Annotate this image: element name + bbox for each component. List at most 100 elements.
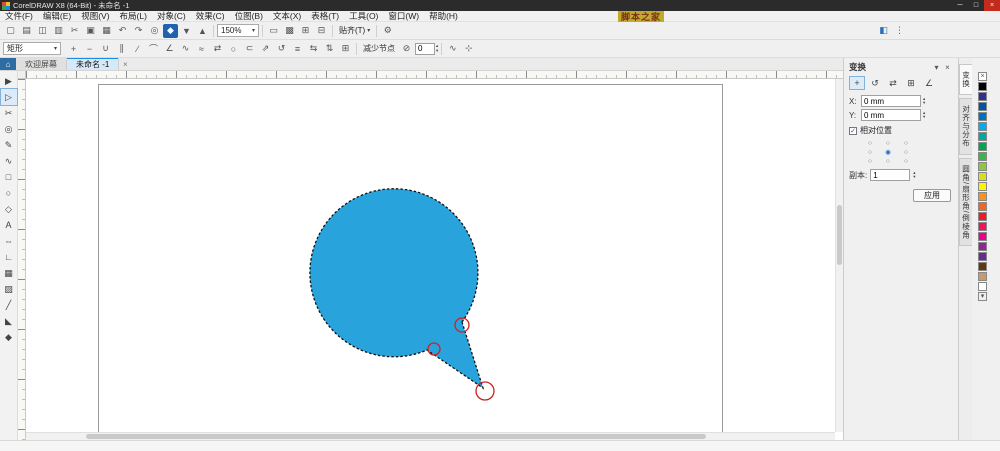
anchor-middle-left[interactable]: ○: [865, 148, 875, 156]
welcome-home-icon[interactable]: ⌂: [0, 58, 16, 70]
color-swatch[interactable]: [978, 132, 987, 141]
curve-smoothness-slider-icon[interactable]: ⊘: [399, 42, 414, 56]
y-input[interactable]: [861, 109, 921, 121]
menu-object[interactable]: 对象(C): [152, 11, 191, 21]
docker-menu-icon[interactable]: ▾: [931, 63, 942, 72]
color-swatch[interactable]: [978, 212, 987, 221]
shape-preset-combo[interactable]: 矩形 ▾: [3, 42, 61, 55]
selection-mode-icon[interactable]: ⊹: [461, 42, 476, 56]
save-icon[interactable]: ◫: [35, 24, 50, 38]
x-input[interactable]: [861, 95, 921, 107]
workspace-panel-icon[interactable]: ◧: [876, 24, 891, 38]
zoom-level-combo[interactable]: 150% ▾: [217, 24, 259, 37]
close-curve-icon[interactable]: ○: [226, 42, 241, 56]
stepper-down-icon[interactable]: ▾: [923, 100, 925, 106]
anchor-bottom-right[interactable]: ○: [901, 157, 911, 165]
shape-tool[interactable]: ▷: [0, 88, 18, 106]
join-nodes-icon[interactable]: ∪: [98, 42, 113, 56]
anchor-center[interactable]: ◉: [883, 148, 893, 156]
cut-icon[interactable]: ✂: [67, 24, 82, 38]
symmetric-node-icon[interactable]: ≈: [194, 42, 209, 56]
text-tool[interactable]: A: [1, 217, 17, 233]
size-mode-icon[interactable]: ⊞: [903, 76, 919, 90]
ruler-origin[interactable]: [18, 71, 26, 79]
color-swatch[interactable]: [978, 102, 987, 111]
tab-untitled-1[interactable]: 未命名 -1: [67, 58, 120, 70]
docker-tab-transform[interactable]: 变换: [958, 64, 973, 95]
docker-tab-align[interactable]: 对齐与分布: [958, 98, 973, 155]
curve-smoothness-input[interactable]: [415, 42, 435, 55]
redo-icon[interactable]: ↷: [131, 24, 146, 38]
export-icon[interactable]: ▲: [195, 24, 210, 38]
rotate-nodes-icon[interactable]: ↺: [274, 42, 289, 56]
stretch-nodes-icon[interactable]: ⇗: [258, 42, 273, 56]
snap-to-dropdown[interactable]: 贴齐(T) ▾: [336, 24, 373, 37]
options-gear-icon[interactable]: ⚙: [380, 24, 395, 38]
color-swatch[interactable]: [978, 232, 987, 241]
minimize-button[interactable]: ─: [952, 0, 968, 11]
drawing-canvas[interactable]: [18, 71, 843, 440]
eyedropper-tool[interactable]: ╱: [1, 297, 17, 313]
bubble-shape[interactable]: [309, 188, 485, 390]
curve-smoothness-icon[interactable]: ∿: [445, 42, 460, 56]
vertical-scroll-thumb[interactable]: [837, 205, 842, 265]
pick-tool[interactable]: ▶: [1, 73, 17, 89]
stepper-down-icon[interactable]: ▾: [923, 114, 925, 120]
to-line-icon[interactable]: ∕: [130, 42, 145, 56]
fullscreen-preview-icon[interactable]: ▭: [266, 24, 281, 38]
docker-close-icon[interactable]: ×: [942, 63, 953, 72]
docker-tab-corners[interactable]: 圆角/扇形角/倒棱角: [958, 157, 973, 246]
paste-icon[interactable]: ▦: [99, 24, 114, 38]
color-swatch[interactable]: [978, 192, 987, 201]
color-swatch[interactable]: [978, 162, 987, 171]
close-button[interactable]: ×: [984, 0, 1000, 11]
vertical-scrollbar[interactable]: [835, 79, 843, 432]
menu-file[interactable]: 文件(F): [0, 11, 38, 21]
menu-layout[interactable]: 布局(L): [115, 11, 152, 21]
reflect-horizontal-icon[interactable]: ⇆: [306, 42, 321, 56]
polygon-tool[interactable]: ◇: [1, 201, 17, 217]
tab-welcome[interactable]: 欢迎屏幕: [16, 58, 67, 70]
vertical-ruler[interactable]: [18, 79, 26, 440]
delete-node-icon[interactable]: −: [82, 42, 97, 56]
show-rulers-icon[interactable]: ⊞: [298, 24, 313, 38]
copies-input[interactable]: [870, 169, 911, 181]
anchor-middle-right[interactable]: ○: [901, 148, 911, 156]
anchor-bottom-left[interactable]: ○: [865, 157, 875, 165]
menu-text[interactable]: 文本(X): [268, 11, 306, 21]
apply-button[interactable]: 应用: [913, 189, 951, 202]
curve-smoothness-stepper[interactable]: ▴ ▾: [436, 43, 438, 53]
print-icon[interactable]: ▥: [51, 24, 66, 38]
rotate-mode-icon[interactable]: ↺: [867, 76, 883, 90]
menu-edit[interactable]: 编辑(E): [38, 11, 76, 21]
new-document-icon[interactable]: ▢: [3, 24, 18, 38]
horizontal-ruler[interactable]: [26, 71, 843, 79]
no-color-swatch[interactable]: ×: [978, 72, 987, 81]
search-content-icon[interactable]: ◎: [147, 24, 162, 38]
copies-stepper[interactable]: ▴ ▾: [913, 170, 915, 180]
scale-mirror-mode-icon[interactable]: ⇄: [885, 76, 901, 90]
freehand-tool[interactable]: ✎: [1, 137, 17, 153]
zoom-tool[interactable]: ◎: [1, 121, 17, 137]
color-swatch[interactable]: [978, 242, 987, 251]
color-swatch[interactable]: [978, 172, 987, 181]
connector-tool[interactable]: ∟: [1, 249, 17, 265]
node-marker-circle[interactable]: [475, 381, 495, 401]
application-launcher-icon[interactable]: ◆: [163, 23, 178, 38]
color-swatch[interactable]: [978, 202, 987, 211]
cusp-node-icon[interactable]: ∠: [162, 42, 177, 56]
anchor-top-center[interactable]: ○: [883, 139, 893, 147]
undo-icon[interactable]: ↶: [115, 24, 130, 38]
stepper-down-icon[interactable]: ▾: [913, 174, 915, 180]
color-swatch[interactable]: [978, 152, 987, 161]
reflect-vertical-icon[interactable]: ⇅: [322, 42, 337, 56]
view-mode-icon[interactable]: ▩: [282, 24, 297, 38]
color-swatch[interactable]: [978, 82, 987, 91]
color-swatch[interactable]: [978, 252, 987, 261]
close-document-icon[interactable]: ×: [119, 58, 131, 70]
interactive-fill-tool[interactable]: ◣: [1, 313, 17, 329]
break-curve-icon[interactable]: ∥: [114, 42, 129, 56]
y-stepper[interactable]: ▴ ▾: [923, 110, 925, 120]
palette-scroll-down-icon[interactable]: ▾: [978, 292, 987, 301]
skew-mode-icon[interactable]: ∠: [921, 76, 937, 90]
